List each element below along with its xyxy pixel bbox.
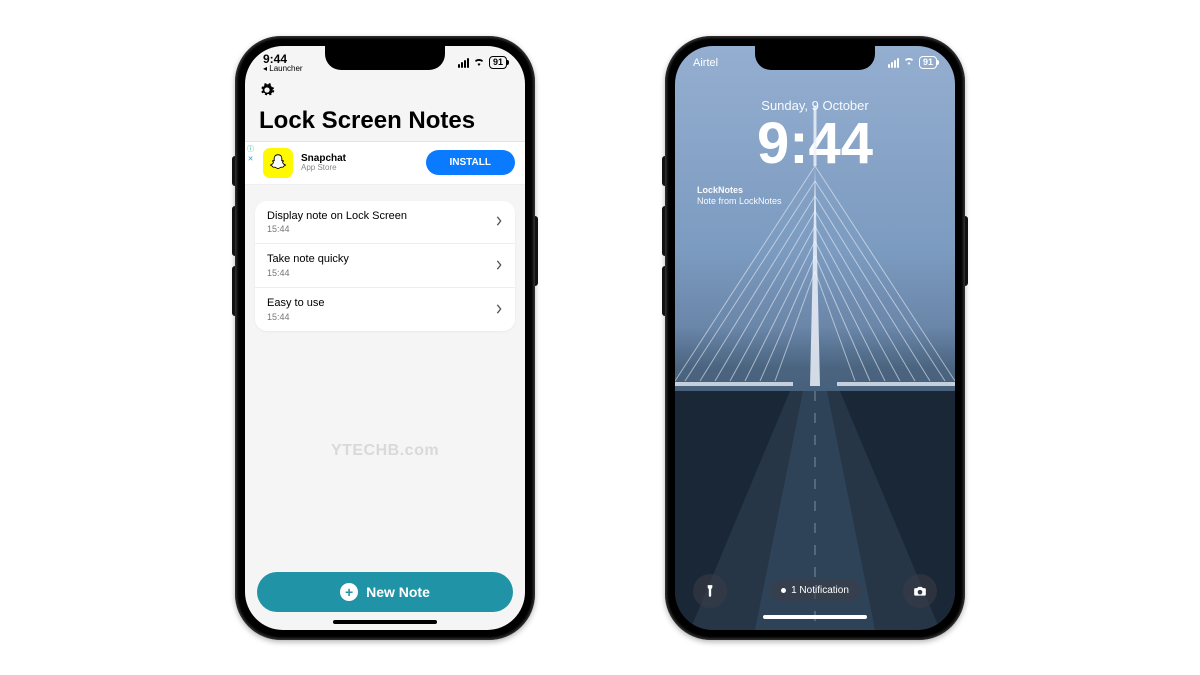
phone-left: 9:44 ◂ Launcher 91 Lock Screen Notes ⓘ✕ <box>235 36 535 640</box>
lockscreen-time: 9:44 <box>675 115 955 173</box>
lockscreen[interactable]: Airtel 91 Sunday, 9 October 9:44 LockNot… <box>675 46 955 630</box>
signal-icon <box>458 58 469 68</box>
chevron-right-icon <box>495 301 503 319</box>
wifi-icon <box>903 56 915 69</box>
back-to-launcher[interactable]: ◂ Launcher <box>263 64 303 73</box>
note-title: Take note quicky <box>267 253 349 266</box>
ad-choices-icon[interactable]: ⓘ✕ <box>247 146 254 164</box>
widget-body: Note from LockNotes <box>697 196 955 207</box>
ad-app-name: Snapchat <box>301 153 418 164</box>
notch <box>755 46 875 70</box>
lockscreen-date: Sunday, 9 October <box>675 98 955 113</box>
camera-button[interactable] <box>903 574 937 608</box>
new-note-button[interactable]: + New Note <box>257 572 513 612</box>
flashlight-button[interactable] <box>693 574 727 608</box>
battery-icon: 91 <box>489 56 507 69</box>
snapchat-icon <box>263 148 293 178</box>
note-row[interactable]: Take note quicky 15:44 <box>255 244 515 288</box>
notification-label: 1 Notification <box>791 585 849 596</box>
note-title: Easy to use <box>267 297 324 310</box>
note-time: 15:44 <box>267 224 407 235</box>
chevron-right-icon <box>495 213 503 231</box>
app-screen: 9:44 ◂ Launcher 91 Lock Screen Notes ⓘ✕ <box>245 46 525 630</box>
page-title: Lock Screen Notes <box>245 103 525 142</box>
ad-banner[interactable]: ⓘ✕ Snapchat App Store INSTALL <box>245 142 525 185</box>
battery-icon: 91 <box>919 56 937 69</box>
note-time: 15:44 <box>267 312 324 323</box>
watermark: YTECHB.com <box>245 331 525 571</box>
note-row[interactable]: Display note on Lock Screen 15:44 <box>255 201 515 245</box>
install-button[interactable]: INSTALL <box>426 150 515 175</box>
settings-button[interactable] <box>259 85 275 102</box>
wifi-icon <box>473 56 485 70</box>
new-note-label: New Note <box>366 584 430 600</box>
ad-subtitle: App Store <box>301 164 418 173</box>
notch <box>325 46 445 70</box>
home-indicator[interactable] <box>763 615 867 619</box>
note-time: 15:44 <box>267 268 349 279</box>
chevron-right-icon <box>495 257 503 275</box>
note-row[interactable]: Easy to use 15:44 <box>255 288 515 331</box>
dot-icon <box>781 588 786 593</box>
carrier-label: Airtel <box>693 57 718 69</box>
note-title: Display note on Lock Screen <box>267 210 407 223</box>
plus-icon: + <box>340 583 358 601</box>
widget-title: LockNotes <box>697 185 955 196</box>
notes-list: Display note on Lock Screen 15:44 Take n… <box>255 201 515 332</box>
home-indicator[interactable] <box>333 620 437 624</box>
phone-right: Airtel 91 Sunday, 9 October 9:44 LockNot… <box>665 36 965 640</box>
lockscreen-widget[interactable]: LockNotes Note from LockNotes <box>697 185 955 208</box>
signal-icon <box>888 58 899 68</box>
notification-pill[interactable]: 1 Notification <box>769 580 861 601</box>
